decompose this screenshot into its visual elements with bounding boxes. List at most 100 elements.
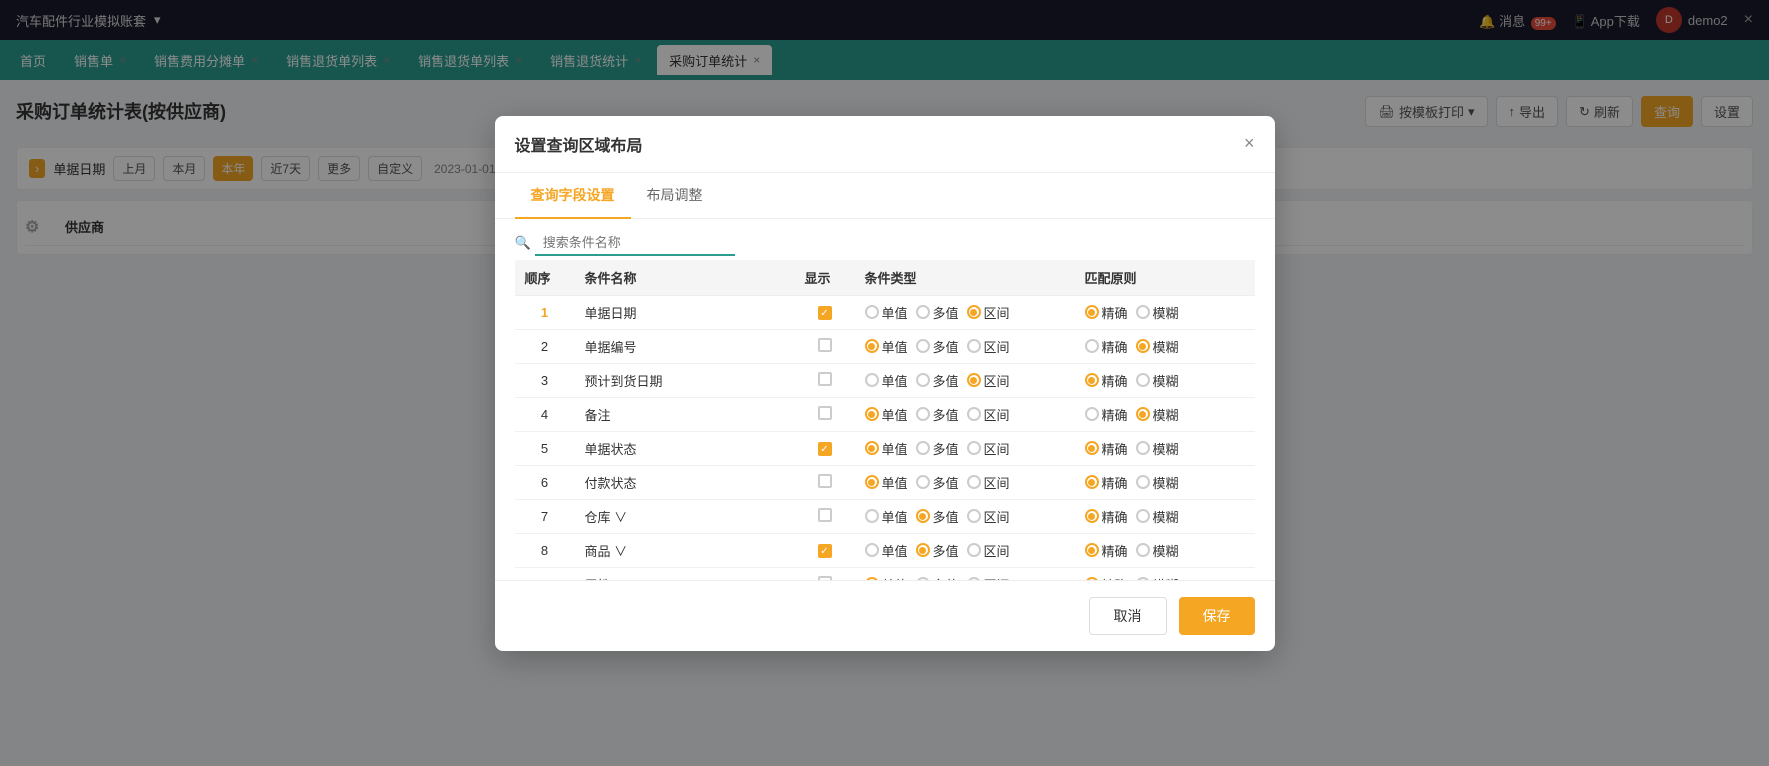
table-row: 4备注单值多值区间精确模糊 — [515, 397, 1255, 431]
type-radio-单值[interactable]: 单值 — [865, 303, 908, 322]
row-display-checkbox[interactable]: ✓ — [795, 533, 855, 567]
save-button[interactable]: 保存 — [1179, 597, 1255, 635]
row-display-checkbox[interactable] — [795, 363, 855, 397]
radio-circle — [865, 475, 879, 489]
type-radio-多值[interactable]: 多值 — [916, 303, 959, 322]
match-radio-模糊[interactable]: 模糊 — [1136, 337, 1179, 356]
match-radio-模糊[interactable]: 模糊 — [1136, 507, 1179, 526]
match-radio-模糊[interactable]: 模糊 — [1136, 371, 1179, 390]
radio-circle — [916, 543, 930, 557]
table-row: 9属性 ∨单值多值区间精确模糊 — [515, 567, 1255, 580]
type-radio-区间[interactable]: 区间 — [967, 507, 1010, 526]
radio-circle — [1085, 373, 1099, 387]
search-input[interactable] — [535, 231, 735, 256]
modal-dialog: 设置查询区域布局 × 查询字段设置 布局调整 🔍 顺序 条件名称 — [495, 116, 1275, 651]
row-type: 单值多值区间 — [855, 329, 1075, 363]
radio-circle — [967, 373, 981, 387]
row-order: 2 — [515, 329, 575, 363]
row-name: 单据状态 — [575, 431, 795, 465]
match-radio-精确[interactable]: 精确 — [1085, 405, 1128, 424]
checkbox[interactable] — [818, 508, 832, 522]
type-radio-多值[interactable]: 多值 — [916, 473, 959, 492]
match-radio-模糊[interactable]: 模糊 — [1136, 439, 1179, 458]
match-radio-模糊[interactable]: 模糊 — [1136, 303, 1179, 322]
type-radio-区间[interactable]: 区间 — [967, 405, 1010, 424]
row-match: 精确模糊 — [1075, 465, 1255, 499]
row-display-checkbox[interactable] — [795, 499, 855, 533]
match-radio-模糊[interactable]: 模糊 — [1136, 405, 1179, 424]
type-radio-多值[interactable]: 多值 — [916, 439, 959, 458]
match-radio-精确[interactable]: 精确 — [1085, 371, 1128, 390]
row-display-checkbox[interactable] — [795, 397, 855, 431]
type-radio-单值[interactable]: 单值 — [865, 439, 908, 458]
row-type: 单值多值区间 — [855, 465, 1075, 499]
radio-circle — [1136, 475, 1150, 489]
match-radio-精确[interactable]: 精确 — [1085, 507, 1128, 526]
type-radio-多值[interactable]: 多值 — [916, 507, 959, 526]
col-header-match: 匹配原则 — [1075, 260, 1255, 296]
checkbox[interactable]: ✓ — [818, 544, 832, 558]
row-display-checkbox[interactable] — [795, 465, 855, 499]
checkbox[interactable] — [818, 474, 832, 488]
match-radio-精确[interactable]: 精确 — [1085, 337, 1128, 356]
radio-circle — [1136, 305, 1150, 319]
row-name: 属性 ∨ — [575, 567, 795, 580]
row-match: 精确模糊 — [1075, 431, 1255, 465]
tab-query-fields[interactable]: 查询字段设置 — [515, 173, 631, 219]
row-name: 仓库 ∨ — [575, 499, 795, 533]
match-radio-模糊[interactable]: 模糊 — [1136, 541, 1179, 560]
match-radio-精确[interactable]: 精确 — [1085, 439, 1128, 458]
type-radio-区间[interactable]: 区间 — [967, 473, 1010, 492]
row-display-checkbox[interactable]: ✓ — [795, 431, 855, 465]
modal-close-button[interactable]: × — [1244, 133, 1255, 154]
checkbox[interactable] — [818, 338, 832, 352]
type-radio-区间[interactable]: 区间 — [967, 541, 1010, 560]
checkbox[interactable]: ✓ — [818, 306, 832, 320]
type-radio-多值[interactable]: 多值 — [916, 405, 959, 424]
row-display-checkbox[interactable] — [795, 567, 855, 580]
col-header-order: 顺序 — [515, 260, 575, 296]
row-match: 精确模糊 — [1075, 329, 1255, 363]
type-radio-单值[interactable]: 单值 — [865, 371, 908, 390]
checkbox[interactable] — [818, 406, 832, 420]
radio-circle — [916, 373, 930, 387]
row-display-checkbox[interactable] — [795, 329, 855, 363]
type-radio-区间[interactable]: 区间 — [967, 337, 1010, 356]
match-radio-精确[interactable]: 精确 — [1085, 541, 1128, 560]
tab-layout[interactable]: 布局调整 — [631, 173, 719, 219]
row-name: 付款状态 — [575, 465, 795, 499]
match-radio-模糊[interactable]: 模糊 — [1136, 473, 1179, 492]
row-match: 精确模糊 — [1075, 567, 1255, 580]
radio-circle — [865, 407, 879, 421]
checkbox[interactable]: ✓ — [818, 442, 832, 456]
modal-header: 设置查询区域布局 × — [495, 116, 1275, 173]
row-match: 精确模糊 — [1075, 397, 1255, 431]
type-radio-单值[interactable]: 单值 — [865, 405, 908, 424]
modal-footer: 取消 保存 — [495, 580, 1275, 651]
radio-circle — [967, 441, 981, 455]
type-radio-多值[interactable]: 多值 — [916, 337, 959, 356]
conditions-table: 顺序 条件名称 显示 条件类型 匹配原则 1单据日期✓单值多值区间精确模糊2单据… — [515, 260, 1255, 580]
radio-circle — [865, 373, 879, 387]
type-radio-多值[interactable]: 多值 — [916, 541, 959, 560]
match-radio-精确[interactable]: 精确 — [1085, 303, 1128, 322]
type-radio-区间[interactable]: 区间 — [967, 371, 1010, 390]
checkbox[interactable] — [818, 372, 832, 386]
table-row: 1单据日期✓单值多值区间精确模糊 — [515, 295, 1255, 329]
table-row: 6付款状态单值多值区间精确模糊 — [515, 465, 1255, 499]
type-radio-区间[interactable]: 区间 — [967, 303, 1010, 322]
cancel-button[interactable]: 取消 — [1089, 597, 1167, 635]
row-type: 单值多值区间 — [855, 567, 1075, 580]
type-radio-单值[interactable]: 单值 — [865, 541, 908, 560]
radio-circle — [916, 305, 930, 319]
type-radio-单值[interactable]: 单值 — [865, 507, 908, 526]
type-radio-多值[interactable]: 多值 — [916, 371, 959, 390]
type-radio-单值[interactable]: 单值 — [865, 337, 908, 356]
match-radio-精确[interactable]: 精确 — [1085, 473, 1128, 492]
row-display-checkbox[interactable]: ✓ — [795, 295, 855, 329]
type-radio-区间[interactable]: 区间 — [967, 439, 1010, 458]
type-radio-单值[interactable]: 单值 — [865, 473, 908, 492]
row-name: 商品 ∨ — [575, 533, 795, 567]
row-order: 8 — [515, 533, 575, 567]
row-order: 1 — [515, 295, 575, 329]
